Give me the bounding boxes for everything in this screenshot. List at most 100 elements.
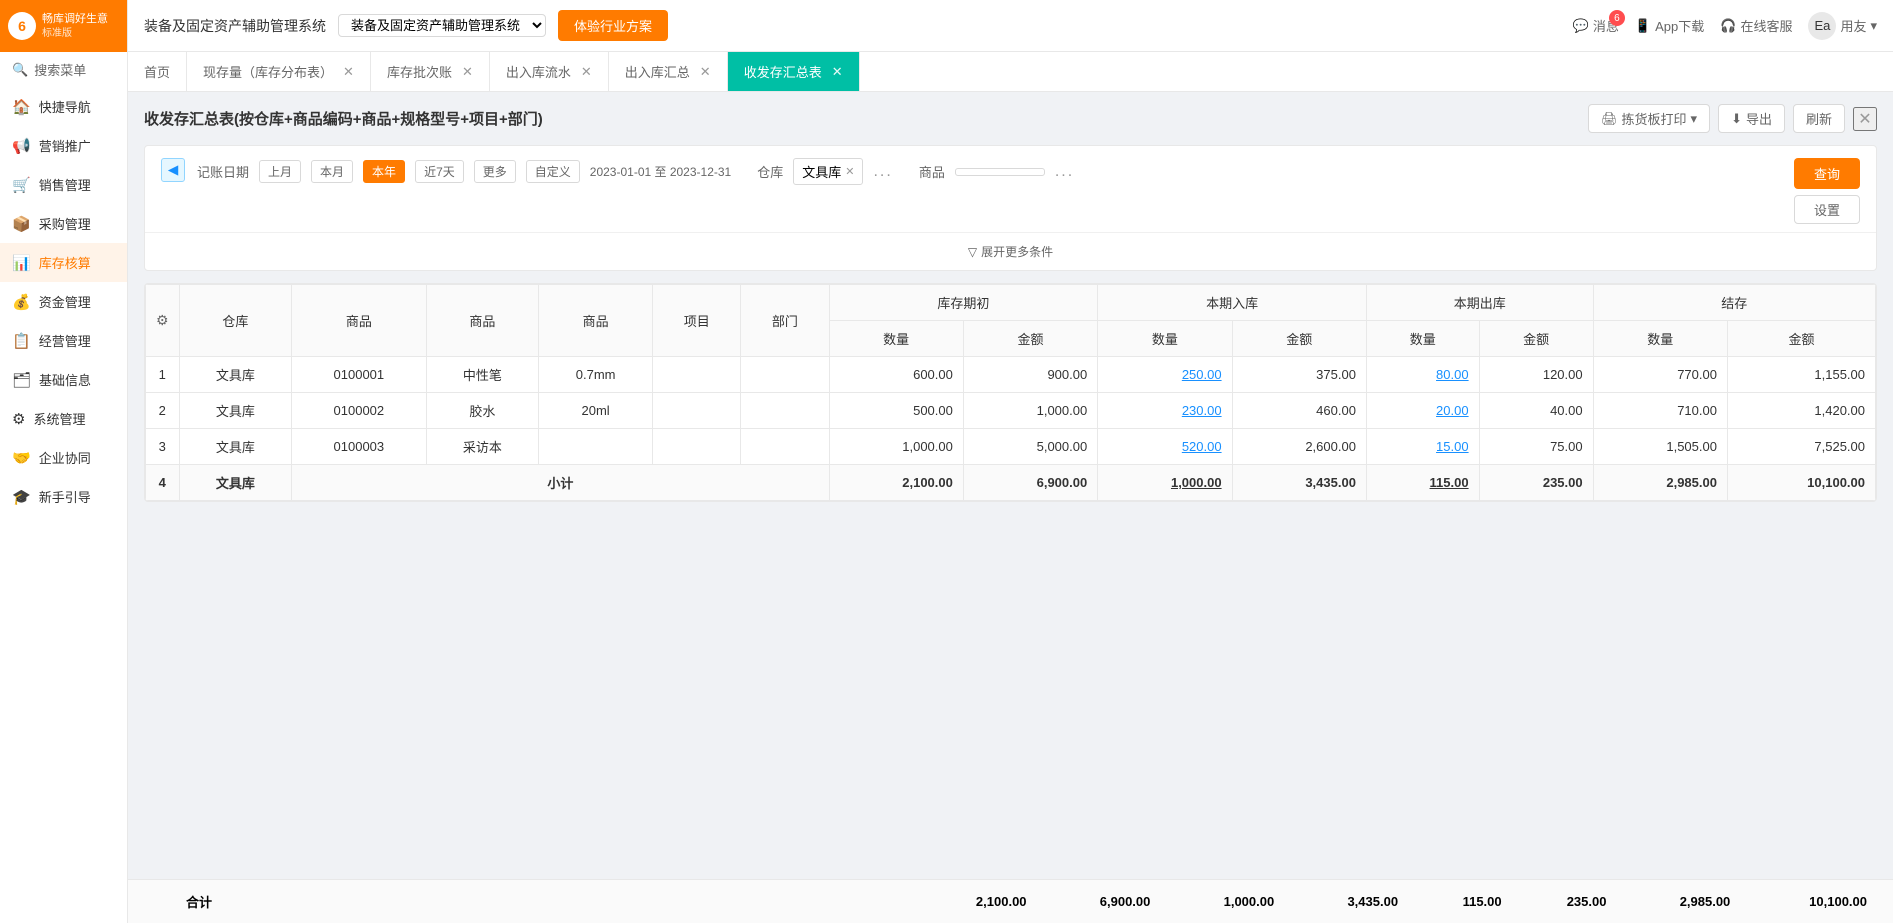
col-period-in-header: 本期入库 [1098, 285, 1367, 321]
date-btn-7days[interactable]: 近7天 [415, 160, 464, 183]
table-row: 3 文具库 0100003 采访本 1,000.00 5,000.00 520.… [146, 429, 1876, 465]
tab-close-receipt-summary[interactable]: ✕ [832, 64, 843, 80]
warehouse-dots[interactable]: ... [873, 163, 892, 181]
date-btn-this-month[interactable]: 本月 [311, 160, 353, 183]
filter-content: ◀ 记账日期 上月 本月 本年 近7天 更多 自定义 20 [161, 158, 1860, 224]
goods-input-wrap[interactable] [955, 168, 1045, 176]
sidebar-item-purchase[interactable]: 📦 采购管理 [0, 204, 127, 243]
col-settings[interactable]: ⚙ [146, 285, 180, 357]
date-btn-last-month[interactable]: 上月 [259, 160, 301, 183]
date-btn-this-year[interactable]: 本年 [363, 160, 405, 183]
home-icon: 🏠 [12, 98, 31, 116]
row-closing-qty: 770.00 [1593, 357, 1727, 393]
sidebar-item-quick-nav[interactable]: 🏠 快捷导航 [0, 87, 127, 126]
row-closing-qty: 710.00 [1593, 393, 1727, 429]
export-btn[interactable]: ⬇ 导出 [1718, 104, 1785, 133]
online-service-btn[interactable]: 🎧 在线客服 [1720, 16, 1792, 35]
row-out-qty[interactable]: 80.00 [1366, 357, 1479, 393]
sidebar-item-system[interactable]: ⚙ 系统管理 [0, 399, 127, 438]
goods-dots[interactable]: ... [1055, 163, 1074, 181]
row-in-qty[interactable]: 250.00 [1098, 357, 1232, 393]
data-table-wrapper: ⚙ 仓库 商品 商品 商品 项目 部门 库存期初 本期入库 本期出库 结存 [144, 283, 1877, 502]
expand-conditions-btn[interactable]: ▽ 展开更多条件 [968, 239, 1053, 264]
row-in-amt: 2,600.00 [1232, 429, 1366, 465]
messages-btn[interactable]: 💬 消息 6 [1573, 16, 1619, 35]
page-close-btn[interactable]: ✕ [1853, 107, 1877, 131]
header-left: 装备及固定资产辅助管理系统 装备及固定资产辅助管理系统 体验行业方案 [144, 10, 668, 41]
sidebar-logo: 6 畅库调好生意 标准版 [0, 0, 127, 52]
app-download-btn[interactable]: 📱 App下载 [1635, 16, 1704, 35]
date-btn-more[interactable]: 更多 [474, 160, 516, 183]
col-out-amt: 金额 [1479, 321, 1593, 357]
tab-close-flow[interactable]: ✕ [581, 64, 592, 80]
subtotal-in-amt: 3,435.00 [1232, 465, 1366, 501]
refresh-btn[interactable]: 刷新 [1793, 104, 1845, 133]
logo-text: 畅库调好生意 标准版 [42, 12, 108, 39]
message-icon: 💬 [1573, 18, 1589, 34]
row-department [741, 429, 829, 465]
tab-summary-out[interactable]: 出入库汇总 ✕ [609, 52, 728, 92]
subtotal-warehouse: 文具库 [179, 465, 292, 501]
row-in-qty[interactable]: 230.00 [1098, 393, 1232, 429]
tab-close-stock-dist[interactable]: ✕ [343, 64, 354, 80]
clipboard-icon: 📋 [12, 332, 31, 350]
print-btn[interactable]: 🖨 拣货板打印 ▾ [1588, 104, 1710, 133]
query-btn[interactable]: 查询 [1794, 158, 1860, 189]
sidebar-item-sales[interactable]: 🛒 销售管理 [0, 165, 127, 204]
sidebar-item-marketing[interactable]: 📢 营销推广 [0, 126, 127, 165]
content-scroll: 收发存汇总表(按仓库+商品编码+商品+规格型号+项目+部门) 🖨 拣货板打印 ▾… [128, 92, 1893, 879]
sidebar-item-operations[interactable]: 📋 经营管理 [0, 321, 127, 360]
total-in-amt: 3,435.00 [1284, 888, 1408, 915]
row-opening-amt: 1,000.00 [963, 393, 1097, 429]
tab-home[interactable]: 首页 [128, 52, 187, 92]
subtotal-out-qty: 115.00 [1366, 465, 1479, 501]
total-empty4 [597, 888, 702, 915]
sidebar-item-finance[interactable]: 💰 资金管理 [0, 282, 127, 321]
row-out-qty[interactable]: 20.00 [1366, 393, 1479, 429]
avatar-text: Ea [1815, 18, 1831, 33]
col-goodsname-header: 商品 [426, 285, 539, 357]
tab-close-summary-out[interactable]: ✕ [700, 64, 711, 80]
row-goods-name: 采访本 [426, 429, 539, 465]
date-btn-custom[interactable]: 自定义 [526, 160, 580, 183]
row-project [653, 429, 741, 465]
filter-bottom: ▽ 展开更多条件 [145, 232, 1876, 270]
row-opening-qty: 1,000.00 [829, 429, 963, 465]
total-label: 合计 [176, 888, 316, 915]
table-row: 1 文具库 0100001 中性笔 0.7mm 600.00 900.00 25… [146, 357, 1876, 393]
sidebar-item-enterprise[interactable]: 🤝 企业协同 [0, 438, 127, 477]
sidebar-item-newbie[interactable]: 🎓 新手引导 [0, 477, 127, 516]
row-out-amt: 75.00 [1479, 429, 1593, 465]
subtotal-closing-amt: 10,100.00 [1727, 465, 1875, 501]
tab-receipt-summary[interactable]: 收发存汇总表 ✕ [728, 52, 860, 92]
total-empty3 [457, 888, 597, 915]
row-in-qty[interactable]: 520.00 [1098, 429, 1232, 465]
row-out-qty[interactable]: 15.00 [1366, 429, 1479, 465]
filter-panel: ◀ 记账日期 上月 本月 本年 近7天 更多 自定义 20 [144, 145, 1877, 271]
logo-icon: 6 [8, 12, 36, 40]
subtotal-in-qty: 1,000.00 [1098, 465, 1232, 501]
chevron-down-print-icon: ▾ [1691, 111, 1698, 127]
row-goods-code: 0100003 [292, 429, 426, 465]
trial-btn[interactable]: 体验行业方案 [558, 10, 668, 41]
user-menu-btn[interactable]: Ea 用友 ▾ [1808, 12, 1877, 40]
row-closing-amt: 7,525.00 [1727, 429, 1875, 465]
filter-setting-btn[interactable]: 设置 [1794, 195, 1860, 224]
tab-close-batch[interactable]: ✕ [462, 64, 473, 80]
sidebar-item-base-info[interactable]: 🗂 基础信息 [0, 360, 127, 399]
row-seq: 1 [146, 357, 180, 393]
tab-stock-dist[interactable]: 现存量（库存分布表） ✕ [187, 52, 371, 92]
sidebar-item-inventory[interactable]: 📊 库存核算 [0, 243, 127, 282]
tab-batch[interactable]: 库存批次账 ✕ [371, 52, 490, 92]
warehouse-tag-close[interactable]: ✕ [845, 165, 854, 178]
megaphone-icon: 📢 [12, 137, 31, 155]
row-opening-amt: 5,000.00 [963, 429, 1097, 465]
total-out-amt: 235.00 [1512, 888, 1617, 915]
sidebar-search[interactable]: 🔍 搜索菜单 [0, 52, 127, 87]
system-selector[interactable]: 装备及固定资产辅助管理系统 [338, 14, 546, 37]
tab-flow[interactable]: 出入库流水 ✕ [490, 52, 609, 92]
row-goods-code: 0100002 [292, 393, 426, 429]
row-warehouse: 文具库 [179, 393, 292, 429]
filter-collapse-btn[interactable]: ◀ [161, 158, 185, 182]
table-gear-icon[interactable]: ⚙ [156, 312, 169, 328]
